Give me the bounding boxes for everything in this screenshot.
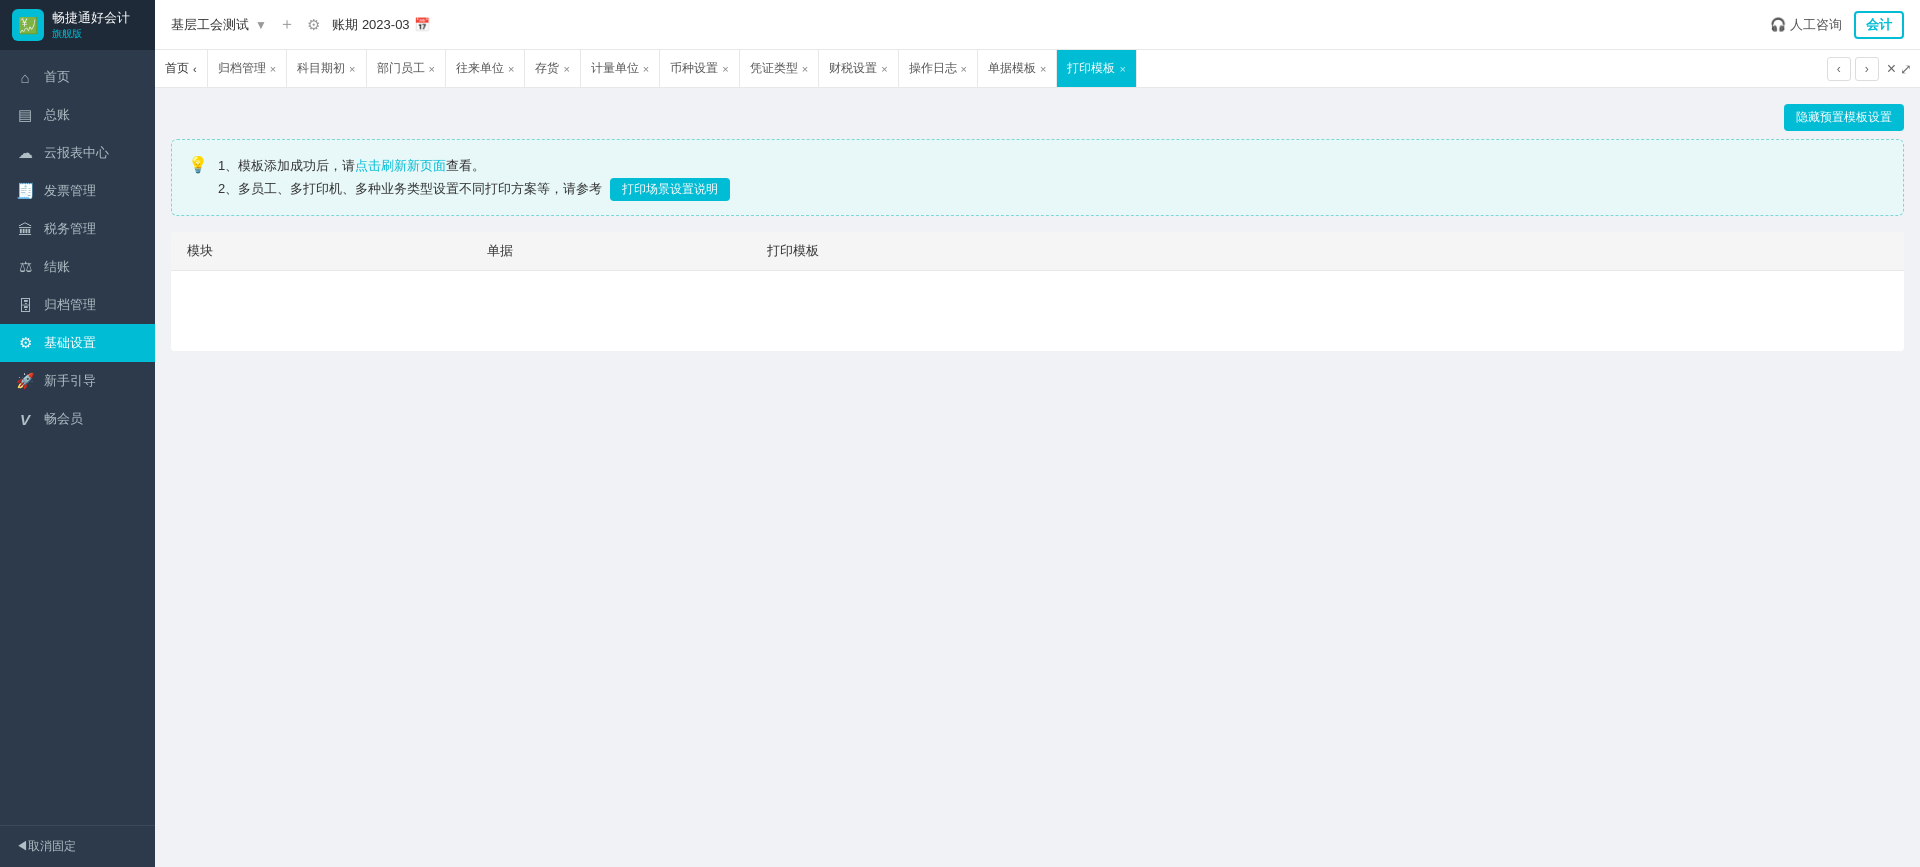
tabbar-controls: ‹ › × ⤢ bbox=[1819, 50, 1920, 87]
sidebar-unpin-button[interactable]: ◀取消固定 bbox=[0, 825, 155, 867]
col-bill: 单据 bbox=[487, 242, 767, 260]
close-account-icon: ⚖ bbox=[16, 258, 34, 276]
sidebar-item-archive[interactable]: 🗄 归档管理 bbox=[0, 286, 155, 324]
project-selector[interactable]: 基层工会测试 ▼ bbox=[171, 16, 267, 34]
support-button[interactable]: 🎧 人工咨询 bbox=[1770, 16, 1842, 34]
sidebar-item-guide[interactable]: 🚀 新手引导 bbox=[0, 362, 155, 400]
sidebar-item-member[interactable]: V 畅会员 bbox=[0, 400, 155, 438]
sidebar: 💹 畅捷通好会计 旗舰版 ⌂ 首页 ▤ 总账 ☁ 云报表中心 🧾 发票管理 🏛 … bbox=[0, 0, 155, 867]
topbar-settings-icon[interactable]: ⚙ bbox=[307, 16, 320, 34]
tab-subject[interactable]: 科目期初 × bbox=[287, 50, 366, 87]
member-icon: V bbox=[16, 411, 34, 428]
notice-line1: 1、模板添加成功后，请点击刷新新页面查看。 bbox=[218, 154, 730, 177]
invoice-icon: 🧾 bbox=[16, 182, 34, 200]
tab-dept[interactable]: 部门员工 × bbox=[367, 50, 446, 87]
table-header: 模块 单据 打印模板 bbox=[171, 232, 1904, 271]
home-icon: ⌂ bbox=[16, 69, 34, 86]
tab-archive[interactable]: 归档管理 × bbox=[208, 50, 287, 87]
tab-measure[interactable]: 计量单位 × bbox=[581, 50, 660, 87]
topbar-right: 🎧 人工咨询 会计 bbox=[1770, 11, 1904, 39]
tab-nav-arrow: ‹ bbox=[193, 63, 197, 75]
tab-vendor[interactable]: 往来单位 × bbox=[446, 50, 525, 87]
tab-home[interactable]: 首页 ‹ bbox=[155, 50, 208, 87]
sidebar-item-close[interactable]: ⚖ 结账 bbox=[0, 248, 155, 286]
tab-close-icon[interactable]: × bbox=[349, 63, 355, 75]
expand-button[interactable]: ⤢ bbox=[1900, 61, 1912, 77]
col-module: 模块 bbox=[187, 242, 487, 260]
tab-prev-button[interactable]: ‹ bbox=[1827, 57, 1851, 81]
account-button[interactable]: 会计 bbox=[1854, 11, 1904, 39]
logo-text: 畅捷通好会计 旗舰版 bbox=[52, 10, 130, 40]
col-template: 打印模板 bbox=[767, 242, 1888, 260]
tab-currency[interactable]: 币种设置 × bbox=[660, 50, 739, 87]
main-area: 基层工会测试 ▼ ＋ ⚙ 账期 2023-03 📅 🎧 人工咨询 会计 首页 ‹… bbox=[155, 0, 1920, 867]
notice-text: 1、模板添加成功后，请点击刷新新页面查看。 2、多员工、多打印机、多种业务类型设… bbox=[218, 154, 730, 201]
notice-content: 💡 1、模板添加成功后，请点击刷新新页面查看。 2、多员工、多打印机、多种业务类… bbox=[188, 154, 1887, 201]
tab-close-icon[interactable]: × bbox=[429, 63, 435, 75]
tab-close-icon[interactable]: × bbox=[270, 63, 276, 75]
tab-print-template[interactable]: 打印模板 × bbox=[1057, 50, 1136, 87]
headphone-icon: 🎧 bbox=[1770, 17, 1786, 32]
tab-next-button[interactable]: › bbox=[1855, 57, 1879, 81]
tab-bill-template[interactable]: 单据模板 × bbox=[978, 50, 1057, 87]
guide-icon: 🚀 bbox=[16, 372, 34, 390]
tab-close-icon[interactable]: × bbox=[1119, 63, 1125, 75]
tab-oplog[interactable]: 操作日志 × bbox=[899, 50, 978, 87]
print-template-table: 模块 单据 打印模板 bbox=[171, 232, 1904, 351]
content-area: 隐藏预置模板设置 💡 1、模板添加成功后，请点击刷新新页面查看。 2、多员工、多… bbox=[155, 88, 1920, 867]
hide-preview-button[interactable]: 隐藏预置模板设置 bbox=[1784, 104, 1904, 131]
tab-close-all-button[interactable]: × bbox=[1887, 60, 1896, 78]
tab-voucher[interactable]: 凭证类型 × bbox=[740, 50, 819, 87]
logo-icon: 💹 bbox=[12, 9, 44, 41]
notice-line2: 2、多员工、多打印机、多种业务类型设置不同打印方案等，请参考 打印场景设置说明 bbox=[218, 177, 730, 201]
sidebar-item-ledger[interactable]: ▤ 总账 bbox=[0, 96, 155, 134]
tab-close-icon[interactable]: × bbox=[961, 63, 967, 75]
period-display: 账期 2023-03 📅 bbox=[332, 16, 430, 34]
tabbar: 首页 ‹ 归档管理 × 科目期初 × 部门员工 × 往来单位 × 存货 × 计量… bbox=[155, 50, 1920, 88]
sidebar-nav: ⌂ 首页 ▤ 总账 ☁ 云报表中心 🧾 发票管理 🏛 税务管理 ⚖ 结账 🗄 归… bbox=[0, 50, 155, 825]
calendar-icon: 📅 bbox=[414, 17, 430, 32]
sidebar-item-home[interactable]: ⌂ 首页 bbox=[0, 58, 155, 96]
tab-close-icon[interactable]: × bbox=[722, 63, 728, 75]
print-scene-btn[interactable]: 打印场景设置说明 bbox=[610, 178, 730, 201]
notice-box: 💡 1、模板添加成功后，请点击刷新新页面查看。 2、多员工、多打印机、多种业务类… bbox=[171, 139, 1904, 216]
hide-preview-area: 隐藏预置模板设置 bbox=[171, 104, 1904, 131]
settings-icon: ⚙ bbox=[16, 334, 34, 352]
tab-close-icon[interactable]: × bbox=[802, 63, 808, 75]
tab-inventory[interactable]: 存货 × bbox=[525, 50, 580, 87]
sidebar-logo: 💹 畅捷通好会计 旗舰版 bbox=[0, 0, 155, 50]
tab-tax-settings[interactable]: 财税设置 × bbox=[819, 50, 898, 87]
reports-icon: ☁ bbox=[16, 144, 34, 162]
tab-close-icon[interactable]: × bbox=[508, 63, 514, 75]
sidebar-item-reports[interactable]: ☁ 云报表中心 bbox=[0, 134, 155, 172]
archive-icon: 🗄 bbox=[16, 297, 34, 314]
topbar: 基层工会测试 ▼ ＋ ⚙ 账期 2023-03 📅 🎧 人工咨询 会计 bbox=[155, 0, 1920, 50]
sidebar-item-settings[interactable]: ⚙ 基础设置 bbox=[0, 324, 155, 362]
tab-close-icon[interactable]: × bbox=[881, 63, 887, 75]
add-tab-button[interactable]: ＋ bbox=[279, 14, 295, 35]
chevron-down-icon: ▼ bbox=[255, 18, 267, 32]
sidebar-item-tax[interactable]: 🏛 税务管理 bbox=[0, 210, 155, 248]
bulb-icon: 💡 bbox=[188, 155, 208, 174]
tab-close-icon[interactable]: × bbox=[563, 63, 569, 75]
tax-icon: 🏛 bbox=[16, 221, 34, 238]
table-body bbox=[171, 271, 1904, 351]
ledger-icon: ▤ bbox=[16, 106, 34, 124]
refresh-link[interactable]: 点击刷新新页面 bbox=[355, 158, 446, 173]
tab-close-icon[interactable]: × bbox=[643, 63, 649, 75]
sidebar-item-invoice[interactable]: 🧾 发票管理 bbox=[0, 172, 155, 210]
tab-close-icon[interactable]: × bbox=[1040, 63, 1046, 75]
